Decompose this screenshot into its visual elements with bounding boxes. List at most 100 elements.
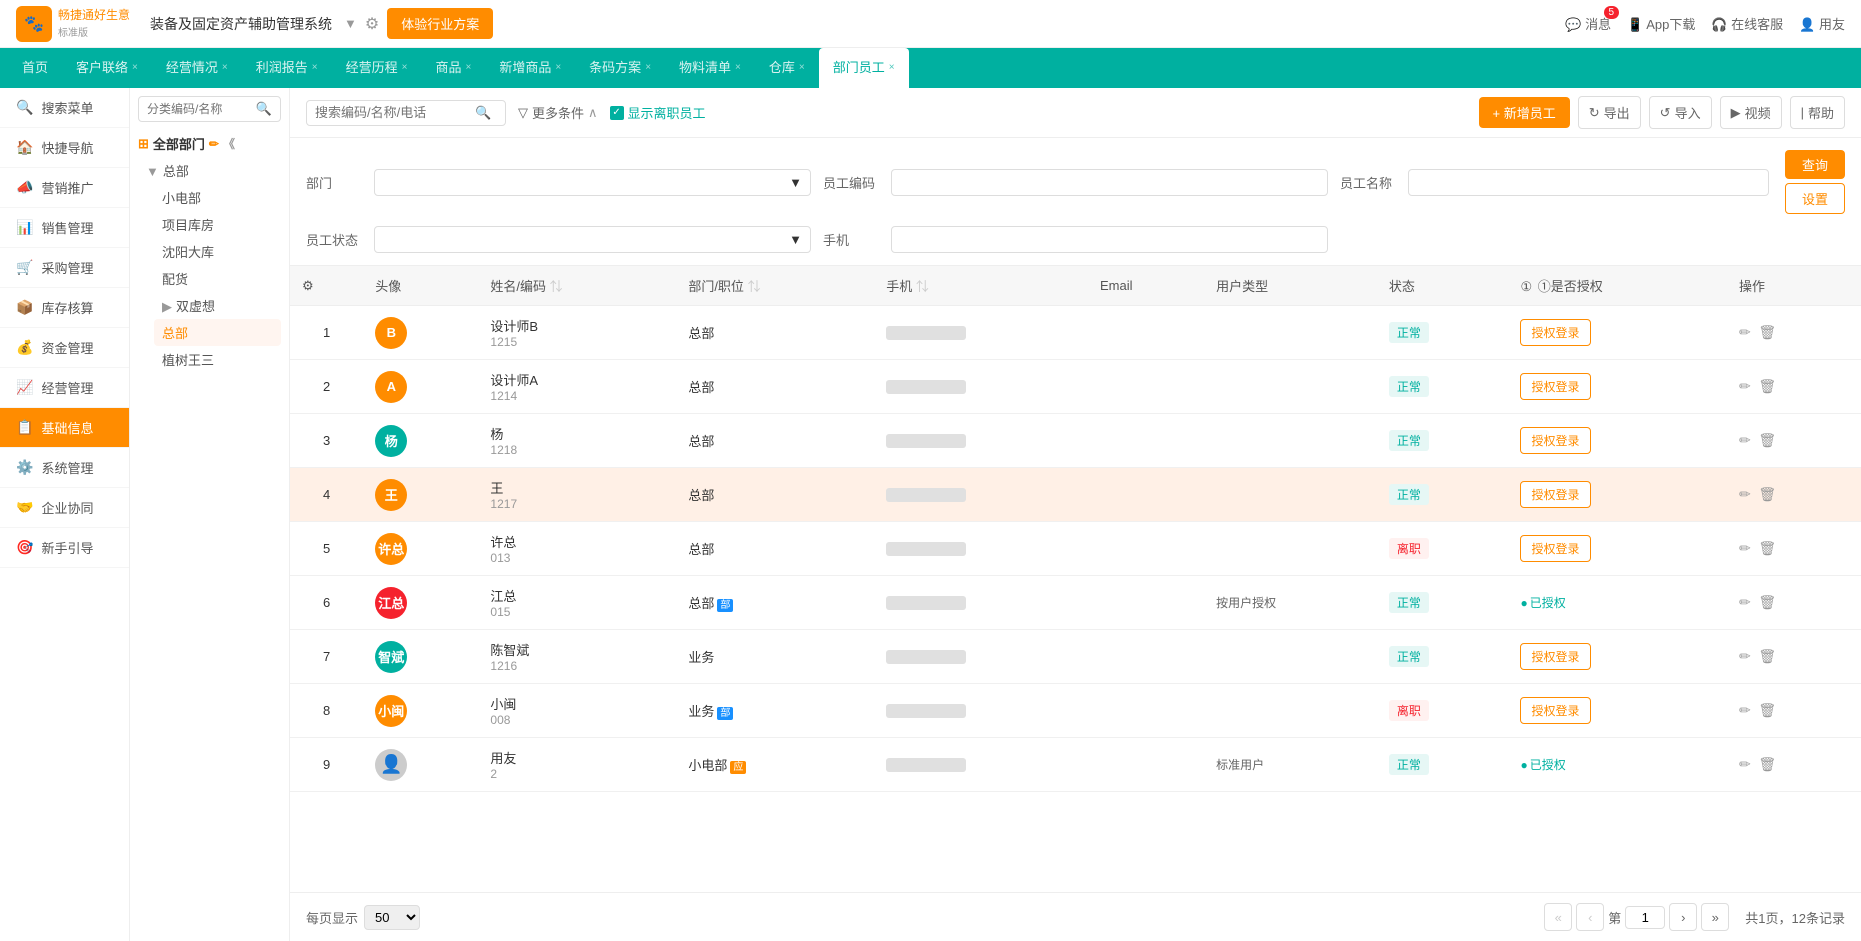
dept-search-input[interactable] xyxy=(147,102,256,116)
trial-button[interactable]: 体验行业方案 xyxy=(387,8,493,39)
dept-search[interactable]: 🔍 xyxy=(138,96,281,122)
phone-filter-input[interactable] xyxy=(891,226,1328,253)
dept-node-xiangmu[interactable]: 项目库房 xyxy=(154,211,281,238)
close-icon[interactable]: × xyxy=(645,48,651,88)
close-icon[interactable]: × xyxy=(735,48,741,88)
prev-page-btn[interactable]: ‹ xyxy=(1576,903,1604,931)
edit-icon[interactable]: ✏ xyxy=(1739,432,1751,448)
first-page-btn[interactable]: « xyxy=(1544,903,1572,931)
sidebar-item-system[interactable]: ⚙️ 系统管理 xyxy=(0,448,129,488)
dept-node-head[interactable]: ▼总部 xyxy=(138,157,281,184)
tab-goods[interactable]: 商品× xyxy=(421,48,485,88)
close-icon[interactable]: × xyxy=(222,48,228,88)
search-button[interactable]: 查询 xyxy=(1785,150,1845,179)
auth-button[interactable]: 授权登录 xyxy=(1520,319,1590,346)
add-employee-button[interactable]: + 新增员工 xyxy=(1479,97,1570,128)
settings-icon[interactable]: ⚙ xyxy=(365,14,379,34)
col-phone[interactable]: 手机 ⇅ xyxy=(874,266,1088,306)
tab-warehouse[interactable]: 仓库× xyxy=(755,48,819,88)
sidebar-item-guide[interactable]: 🎯 新手引导 xyxy=(0,528,129,568)
sidebar-item-marketing[interactable]: 📣 营销推广 xyxy=(0,168,129,208)
edit-icon[interactable]: ✏ xyxy=(1739,378,1751,394)
dept-node-peihuo[interactable]: 配货 xyxy=(154,265,281,292)
col-dept[interactable]: 部门/职位 ⇅ xyxy=(676,266,874,306)
empcode-filter-input[interactable] xyxy=(891,169,1328,196)
message-badge[interactable]: 💬 消息 5 xyxy=(1565,14,1611,33)
per-page-select[interactable]: 50 100 xyxy=(364,905,420,930)
next-page-btn[interactable]: › xyxy=(1669,903,1697,931)
sidebar-item-collab[interactable]: 🤝 企业协同 xyxy=(0,488,129,528)
user-avatar[interactable]: 👤 用友 xyxy=(1799,14,1845,33)
search-input[interactable] xyxy=(315,105,475,120)
delete-icon[interactable]: 🗑 xyxy=(1758,648,1776,664)
close-icon[interactable]: × xyxy=(402,48,408,88)
auth-button[interactable]: 授权登录 xyxy=(1520,697,1590,724)
edit-icon[interactable]: ✏ xyxy=(1739,648,1751,664)
edit-icon[interactable]: ✏ xyxy=(1739,702,1751,718)
col-name[interactable]: 姓名/编码 ⇅ xyxy=(478,266,676,306)
close-icon[interactable]: × xyxy=(799,48,805,88)
system-title-dropdown-icon[interactable]: ▼ xyxy=(344,16,357,31)
edit-dept-icon[interactable]: ✏ xyxy=(209,137,219,151)
tab-employees[interactable]: 部门员工× xyxy=(819,48,909,88)
delete-icon[interactable]: 🗑 xyxy=(1758,540,1776,556)
delete-icon[interactable]: 🗑 xyxy=(1758,594,1776,610)
sidebar-item-search[interactable]: 🔍 搜索菜单 xyxy=(0,88,129,128)
close-icon[interactable]: × xyxy=(132,48,138,88)
tab-operation[interactable]: 经营情况× xyxy=(152,48,242,88)
empname-filter-input[interactable] xyxy=(1408,169,1769,196)
col-settings[interactable]: ⚙ xyxy=(290,266,363,306)
tab-profit[interactable]: 利润报告× xyxy=(242,48,332,88)
close-icon[interactable]: × xyxy=(312,48,318,88)
edit-icon[interactable]: ✏ xyxy=(1739,594,1751,610)
sidebar-item-quicknav[interactable]: 🏠 快捷导航 xyxy=(0,128,129,168)
sidebar-item-purchase[interactable]: 🛒 采购管理 xyxy=(0,248,129,288)
close-icon[interactable]: × xyxy=(889,48,895,88)
delete-icon[interactable]: 🗑 xyxy=(1758,432,1776,448)
import-button[interactable]: ↺ 导入 xyxy=(1649,96,1712,129)
edit-icon[interactable]: ✏ xyxy=(1739,486,1751,502)
edit-icon[interactable]: ✏ xyxy=(1739,756,1751,772)
tab-home[interactable]: 首页 xyxy=(8,48,62,88)
auth-button[interactable]: 授权登录 xyxy=(1520,643,1590,670)
delete-icon[interactable]: 🗑 xyxy=(1758,756,1776,772)
app-download[interactable]: 📱 App下载 xyxy=(1627,14,1695,33)
dept-node-shuangxu[interactable]: ▶双虚想 xyxy=(154,292,281,319)
close-icon[interactable]: × xyxy=(555,48,561,88)
dept-filter-select[interactable]: ▼ xyxy=(374,169,811,196)
dept-node-shenyang[interactable]: 沈阳大库 xyxy=(154,238,281,265)
tab-bom[interactable]: 物料清单× xyxy=(665,48,755,88)
sidebar-item-business[interactable]: 📈 经营管理 xyxy=(0,368,129,408)
sidebar-item-inventory[interactable]: 📦 库存核算 xyxy=(0,288,129,328)
edit-icon[interactable]: ✏ xyxy=(1739,324,1751,340)
close-icon[interactable]: × xyxy=(465,48,471,88)
delete-icon[interactable]: 🗑 xyxy=(1758,486,1776,502)
tab-barcode[interactable]: 条码方案× xyxy=(575,48,665,88)
delete-icon[interactable]: 🗑 xyxy=(1758,702,1776,718)
auth-button[interactable]: 授权登录 xyxy=(1520,373,1590,400)
help-button[interactable]: | 帮助 xyxy=(1790,96,1845,129)
auth-button[interactable]: 授权登录 xyxy=(1520,427,1590,454)
dept-node-xiaodian[interactable]: 小电部 xyxy=(154,184,281,211)
tab-add-goods[interactable]: 新增商品× xyxy=(485,48,575,88)
status-filter-select[interactable]: ▼ xyxy=(374,226,811,253)
show-resigned-toggle[interactable]: ✓ 显示离职员工 xyxy=(610,103,706,122)
page-input[interactable] xyxy=(1625,906,1665,929)
dept-node-zongbu[interactable]: 总部 xyxy=(154,319,281,346)
sidebar-item-basicinfo[interactable]: 📋 基础信息 xyxy=(0,408,129,448)
sidebar-item-finance[interactable]: 💰 资金管理 xyxy=(0,328,129,368)
more-conditions-btn[interactable]: ▽ 更多条件 ∧ xyxy=(518,103,598,122)
set-button[interactable]: 设置 xyxy=(1785,183,1845,214)
search-input-wrap[interactable]: 🔍 xyxy=(306,100,506,126)
dept-node-zhishu[interactable]: 植树王三 xyxy=(154,346,281,373)
export-button[interactable]: ↻ 导出 xyxy=(1578,96,1641,129)
collapse-btn[interactable]: 《 xyxy=(223,135,235,152)
last-page-btn[interactable]: » xyxy=(1701,903,1729,931)
auth-button[interactable]: 授权登录 xyxy=(1520,535,1590,562)
tab-customer[interactable]: 客户联络× xyxy=(62,48,152,88)
tab-history[interactable]: 经营历程× xyxy=(332,48,422,88)
edit-icon[interactable]: ✏ xyxy=(1739,540,1751,556)
sidebar-item-sales[interactable]: 📊 销售管理 xyxy=(0,208,129,248)
delete-icon[interactable]: 🗑 xyxy=(1758,378,1776,394)
view-button[interactable]: ▶ 视频 xyxy=(1720,96,1782,129)
